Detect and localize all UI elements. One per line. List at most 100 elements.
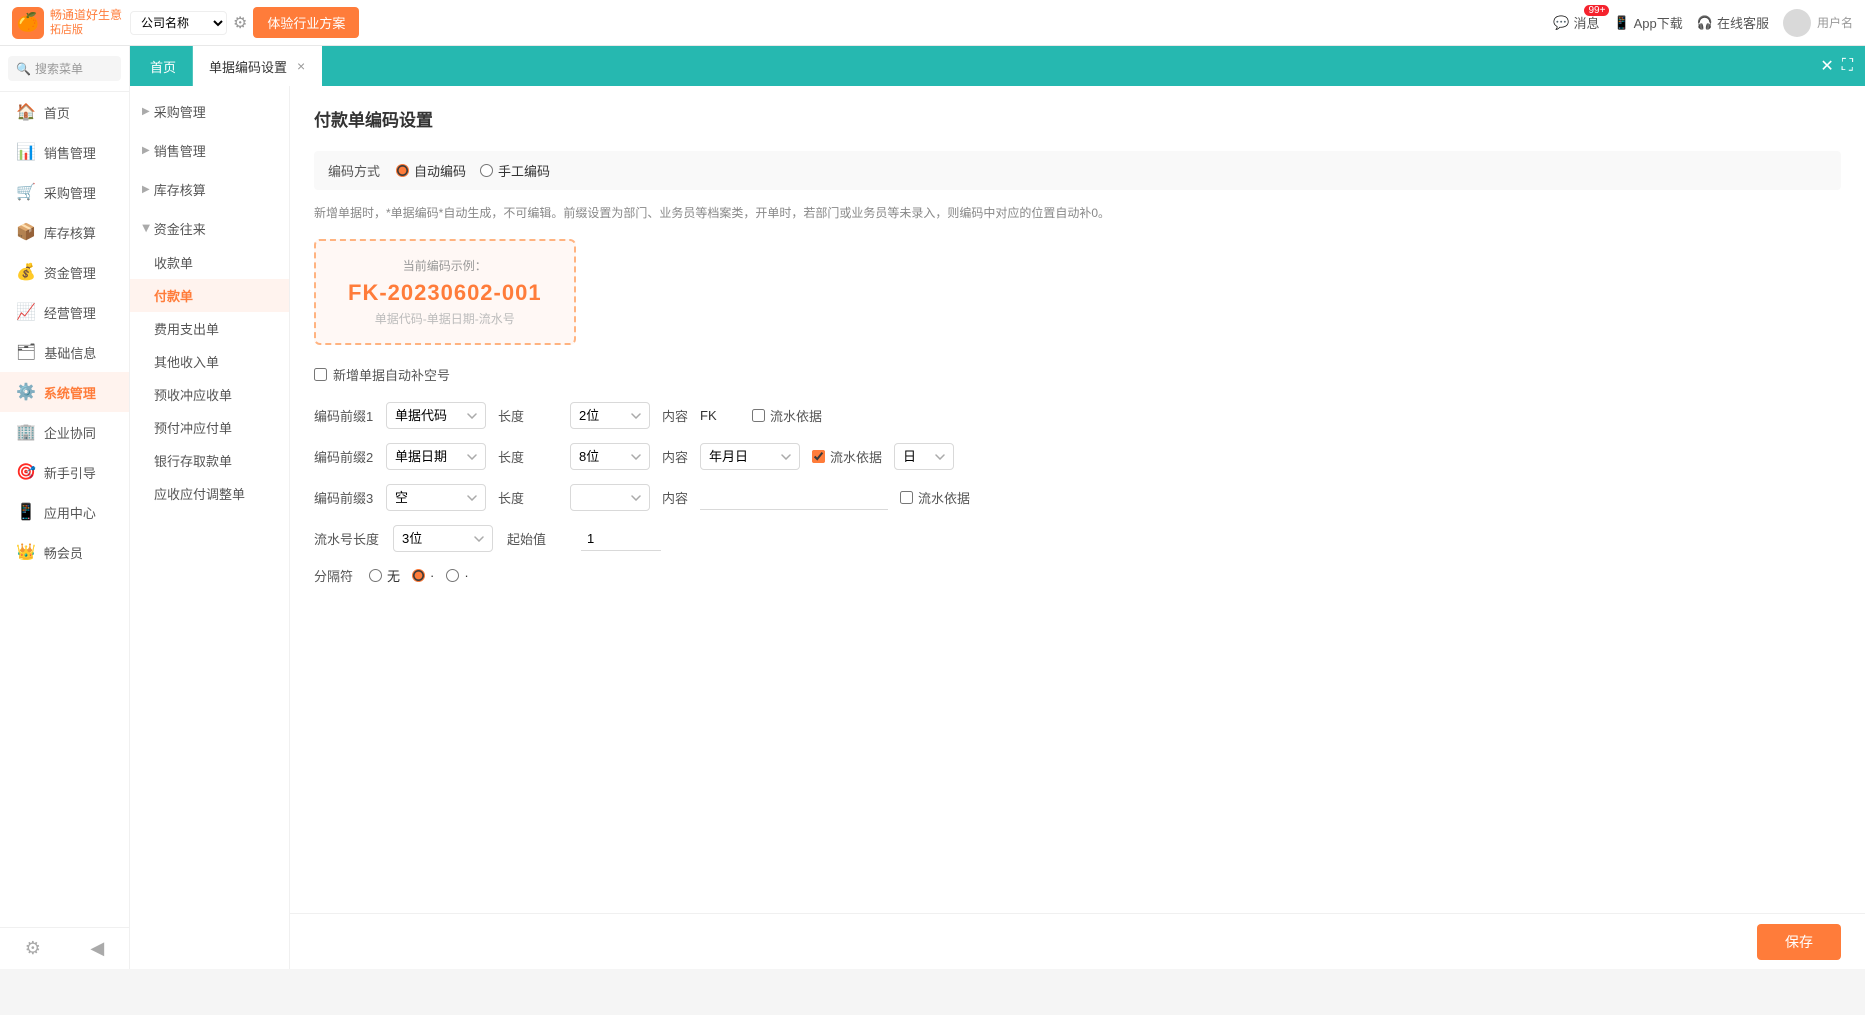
top-bar-right: 💬 消息 99+ 📱 App下载 🎧 在线客服 用户名: [1553, 9, 1853, 37]
length1-select[interactable]: 2位: [570, 402, 650, 429]
sidebar-label-operations: 经营管理: [44, 303, 96, 322]
sidebar: 🔍 搜索菜单 🏠 首页 📊 销售管理 🛒 采购管理 📦 库存核算 💰 资金管理 …: [0, 46, 130, 969]
sidebar-item-appcenter[interactable]: 📱 应用中心: [0, 492, 129, 532]
separator-options: 无 · ·: [369, 566, 469, 585]
operations-icon: 📈: [16, 302, 36, 322]
sep-dash-symbol: ·: [464, 568, 468, 583]
bottom-bar: 保存: [290, 913, 1865, 969]
serial3-checkbox[interactable]: [900, 491, 913, 504]
radio-manual[interactable]: 手工编码: [480, 161, 550, 180]
company-select[interactable]: 公司名称: [130, 11, 227, 35]
serial-length-select[interactable]: 3位 4位 5位: [393, 525, 493, 552]
autofill-label[interactable]: 新增单据自动补空号: [333, 365, 450, 384]
sidebar-label-finance: 资金管理: [44, 263, 96, 282]
online-service-btn[interactable]: 🎧 在线客服: [1697, 13, 1769, 32]
content1-label: 内容: [662, 406, 688, 425]
inventory-icon: 📦: [16, 222, 36, 242]
logo-icon: 🍊: [12, 7, 44, 39]
sidebar-item-sales[interactable]: 📊 销售管理: [0, 132, 129, 172]
autofill-checkbox[interactable]: [314, 368, 327, 381]
sep-dot-symbol: ·: [430, 568, 434, 583]
submenu-title-inventory[interactable]: ▶ 库存核算: [130, 172, 289, 207]
sep-none-option[interactable]: 无: [369, 566, 400, 585]
prefix1-select[interactable]: 单据代码: [386, 402, 486, 429]
radio-manual-input[interactable]: [480, 164, 493, 177]
length3-select-wrap: [570, 484, 650, 511]
save-button[interactable]: 保存: [1757, 924, 1841, 960]
radio-auto-input[interactable]: [396, 164, 409, 177]
search-icon: 🔍: [16, 62, 31, 76]
avatar: [1783, 9, 1811, 37]
sidebar-item-enterprise[interactable]: 🏢 企业协同: [0, 412, 129, 452]
code-preview-label: 当前编码示例：: [348, 257, 542, 274]
top-bar-left: 🍊 畅通道好生意 拓店版 公司名称 ⚙ 体验行业方案: [12, 7, 359, 39]
length3-select[interactable]: [570, 484, 650, 511]
sidebar-search-area: 🔍 搜索菜单: [0, 46, 129, 92]
prefix3-select-wrap: 空: [386, 484, 486, 511]
serial3-item: 流水依据: [900, 488, 970, 507]
sep-dash-radio[interactable]: [446, 569, 459, 582]
submenu-child-other-income[interactable]: 其他收入单: [130, 345, 289, 378]
submenu: ▶ 采购管理 ▶ 销售管理 ▶ 库存核算: [130, 86, 290, 969]
serial1-checkbox[interactable]: [752, 409, 765, 422]
length2-label: 长度: [498, 447, 558, 466]
sidebar-item-finance[interactable]: 💰 资金管理: [0, 252, 129, 292]
tab-expand-btn[interactable]: ⛶: [1842, 57, 1853, 75]
finance-icon: 💰: [16, 262, 36, 282]
sidebar-label-newguide: 新手引导: [44, 463, 96, 482]
serial2-checkbox[interactable]: [812, 450, 825, 463]
sep-dot-radio[interactable]: [412, 569, 425, 582]
prefix3-select[interactable]: 空: [386, 484, 486, 511]
sidebar-search-label: 搜索菜单: [35, 60, 83, 77]
submenu-title-purchase[interactable]: ▶ 采购管理: [130, 94, 289, 129]
try-industry-btn[interactable]: 体验行业方案: [253, 7, 359, 38]
prefix2-label: 编码前缀2: [314, 447, 374, 466]
user-info: 用户名: [1783, 9, 1853, 37]
sep-dash-option[interactable]: ·: [446, 568, 468, 583]
top-bar-controls: 公司名称 ⚙ 体验行业方案: [130, 7, 359, 38]
sidebar-item-home[interactable]: 🏠 首页: [0, 92, 129, 132]
submenu-title-sales[interactable]: ▶ 销售管理: [130, 133, 289, 168]
sidebar-item-vip[interactable]: 👑 畅会员: [0, 532, 129, 572]
sales-icon: 📊: [16, 142, 36, 162]
length2-select[interactable]: 8位: [570, 443, 650, 470]
settings-icon-btn[interactable]: ⚙: [233, 13, 247, 33]
content3-input[interactable]: [700, 486, 888, 510]
sidebar-item-inventory[interactable]: 📦 库存核算: [0, 212, 129, 252]
submenu-child-prepay-recv[interactable]: 预收冲应收单: [130, 378, 289, 411]
serial2-unit-select[interactable]: 日 月 年: [894, 443, 954, 470]
submenu-child-payment[interactable]: 付款单: [130, 279, 289, 312]
submenu-title-capital[interactable]: ▶ 资金往来: [130, 211, 289, 246]
sidebar-item-system[interactable]: ⚙️ 系统管理: [0, 372, 129, 412]
sidebar-item-newguide[interactable]: 🎯 新手引导: [0, 452, 129, 492]
prefix1-label: 编码前缀1: [314, 406, 374, 425]
start-value-input[interactable]: [581, 527, 661, 551]
sep-dot-option[interactable]: ·: [412, 568, 434, 583]
app-download-btn[interactable]: 📱 App下载: [1613, 13, 1682, 32]
content2-select[interactable]: 年月日: [700, 443, 800, 470]
sidebar-label-purchase: 采购管理: [44, 183, 96, 202]
tab-home[interactable]: 首页: [134, 46, 193, 86]
system-icon: ⚙️: [16, 382, 36, 402]
settings-bottom-btn[interactable]: ⚙: [25, 938, 41, 959]
prefix2-select[interactable]: 单据日期: [386, 443, 486, 470]
sidebar-item-purchase[interactable]: 🛒 采购管理: [0, 172, 129, 212]
submenu-child-prepay-pay[interactable]: 预付冲应付单: [130, 411, 289, 444]
tab-close-icon-btn[interactable]: ✕: [1820, 56, 1833, 76]
sidebar-search-btn[interactable]: 🔍 搜索菜单: [8, 56, 121, 81]
logo-area: 🍊 畅通道好生意 拓店版: [12, 7, 122, 39]
content2-label: 内容: [662, 447, 688, 466]
submenu-child-receipt[interactable]: 收款单: [130, 246, 289, 279]
submenu-child-bank[interactable]: 银行存取款单: [130, 444, 289, 477]
sep-none-radio[interactable]: [369, 569, 382, 582]
tab-active[interactable]: 单据编码设置 ×: [193, 46, 322, 86]
message-btn[interactable]: 💬 消息 99+: [1553, 13, 1599, 32]
radio-auto[interactable]: 自动编码: [396, 161, 466, 180]
collapse-btn[interactable]: ◀: [90, 938, 104, 959]
tab-close-btn[interactable]: ×: [297, 58, 305, 74]
content3-label: 内容: [662, 488, 688, 507]
sidebar-item-operations[interactable]: 📈 经营管理: [0, 292, 129, 332]
sidebar-item-basic[interactable]: 🗂 基础信息: [0, 332, 129, 372]
submenu-child-ar-ap[interactable]: 应收应付调整单: [130, 477, 289, 510]
submenu-child-expense[interactable]: 费用支出单: [130, 312, 289, 345]
